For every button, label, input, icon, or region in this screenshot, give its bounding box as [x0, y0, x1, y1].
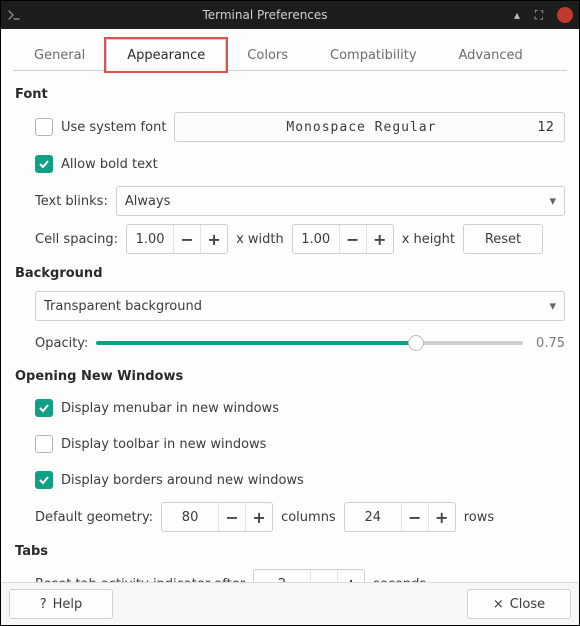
opacity-label: Opacity:	[35, 336, 88, 351]
tab-advanced[interactable]: Advanced	[438, 39, 544, 71]
cell-width-value[interactable]: 1.00	[127, 232, 173, 247]
close-button[interactable]: × Close	[467, 589, 571, 619]
tab-appearance[interactable]: Appearance	[106, 39, 226, 71]
help-button-label: Help	[53, 597, 83, 612]
question-icon: ?	[40, 597, 47, 612]
chevron-down-icon: ▾	[549, 299, 556, 314]
allow-bold-label: Allow bold text	[61, 157, 158, 172]
close-icon: ×	[493, 597, 504, 612]
reset-tab-seconds-minus[interactable]: −	[310, 570, 337, 582]
use-system-font-label: Use system font	[61, 120, 166, 135]
close-button-label: Close	[510, 597, 545, 612]
cell-width-suffix: x width	[236, 232, 284, 247]
tabs-section-header: Tabs	[15, 544, 565, 559]
appearance-panel: Font Use system font Monospace Regular 1…	[1, 71, 579, 582]
slider-thumb-icon[interactable]	[408, 335, 424, 351]
tab-compatibility[interactable]: Compatibility	[309, 39, 438, 71]
roll-up-icon[interactable]: ▴	[509, 7, 525, 23]
tab-bar: General Appearance Colors Compatibility …	[13, 39, 567, 71]
rows-suffix: rows	[464, 510, 494, 525]
geometry-columns-minus[interactable]: −	[218, 503, 245, 531]
titlebar: Terminal Preferences ▴ ⛶	[1, 1, 579, 29]
display-toolbar-label: Display toolbar in new windows	[61, 437, 266, 452]
reset-cell-spacing-button[interactable]: Reset	[463, 224, 543, 254]
columns-suffix: columns	[281, 510, 336, 525]
font-section-header: Font	[15, 87, 565, 102]
cell-height-value[interactable]: 1.00	[293, 232, 339, 247]
chevron-down-icon: ▾	[549, 194, 556, 209]
background-section-header: Background	[15, 266, 565, 281]
use-system-font-checkbox[interactable]	[35, 118, 53, 136]
text-blinks-label: Text blinks:	[35, 194, 108, 209]
background-type-combo[interactable]: Transparent background ▾	[35, 291, 565, 321]
display-menubar-label: Display menubar in new windows	[61, 401, 279, 416]
tabs-container: General Appearance Colors Compatibility …	[1, 29, 579, 71]
help-button[interactable]: ? Help	[9, 589, 113, 619]
cell-width-minus[interactable]: −	[173, 225, 200, 253]
tab-general[interactable]: General	[13, 39, 106, 71]
geometry-rows-spin[interactable]: 24 − +	[344, 502, 456, 532]
opacity-value-display: 0.75	[531, 336, 565, 351]
cell-spacing-label: Cell spacing:	[35, 232, 118, 247]
preferences-window: Terminal Preferences ▴ ⛶ General Appeara…	[0, 0, 580, 626]
background-type-value: Transparent background	[44, 299, 543, 314]
display-toolbar-checkbox[interactable]	[35, 435, 53, 453]
default-geometry-label: Default geometry:	[35, 510, 153, 525]
cell-height-suffix: x height	[402, 232, 455, 247]
terminal-app-icon	[7, 8, 21, 22]
display-borders-label: Display borders around new windows	[61, 473, 304, 488]
cell-height-minus[interactable]: −	[339, 225, 366, 253]
cell-height-plus[interactable]: +	[366, 225, 393, 253]
cell-height-spin[interactable]: 1.00 − +	[292, 224, 394, 254]
display-menubar-checkbox[interactable]	[35, 399, 53, 417]
reset-tab-seconds-spin[interactable]: 2 − +	[253, 569, 365, 582]
reset-tab-seconds-plus[interactable]: +	[337, 570, 364, 582]
font-size-display: 12	[537, 120, 554, 135]
cell-width-plus[interactable]: +	[200, 225, 227, 253]
display-borders-checkbox[interactable]	[35, 471, 53, 489]
new-windows-section-header: Opening New Windows	[15, 369, 565, 384]
opacity-slider[interactable]	[96, 341, 523, 345]
action-bar: ? Help × Close	[1, 582, 579, 625]
geometry-rows-plus[interactable]: +	[428, 503, 455, 531]
tab-colors[interactable]: Colors	[226, 39, 309, 71]
font-name-display: Monospace Regular	[185, 120, 537, 135]
geometry-rows-minus[interactable]: −	[401, 503, 428, 531]
close-window-icon[interactable]	[557, 7, 573, 23]
geometry-columns-spin[interactable]: 80 − +	[161, 502, 273, 532]
text-blinks-value: Always	[125, 194, 544, 209]
geometry-columns-plus[interactable]: +	[245, 503, 272, 531]
text-blinks-combo[interactable]: Always ▾	[116, 186, 565, 216]
geometry-columns-value[interactable]: 80	[162, 510, 218, 525]
allow-bold-checkbox[interactable]	[35, 155, 53, 173]
cell-width-spin[interactable]: 1.00 − +	[126, 224, 228, 254]
font-chooser-button[interactable]: Monospace Regular 12	[174, 112, 565, 142]
geometry-rows-value[interactable]: 24	[345, 510, 401, 525]
maximize-icon[interactable]: ⛶	[531, 7, 547, 23]
window-title: Terminal Preferences	[27, 8, 503, 22]
